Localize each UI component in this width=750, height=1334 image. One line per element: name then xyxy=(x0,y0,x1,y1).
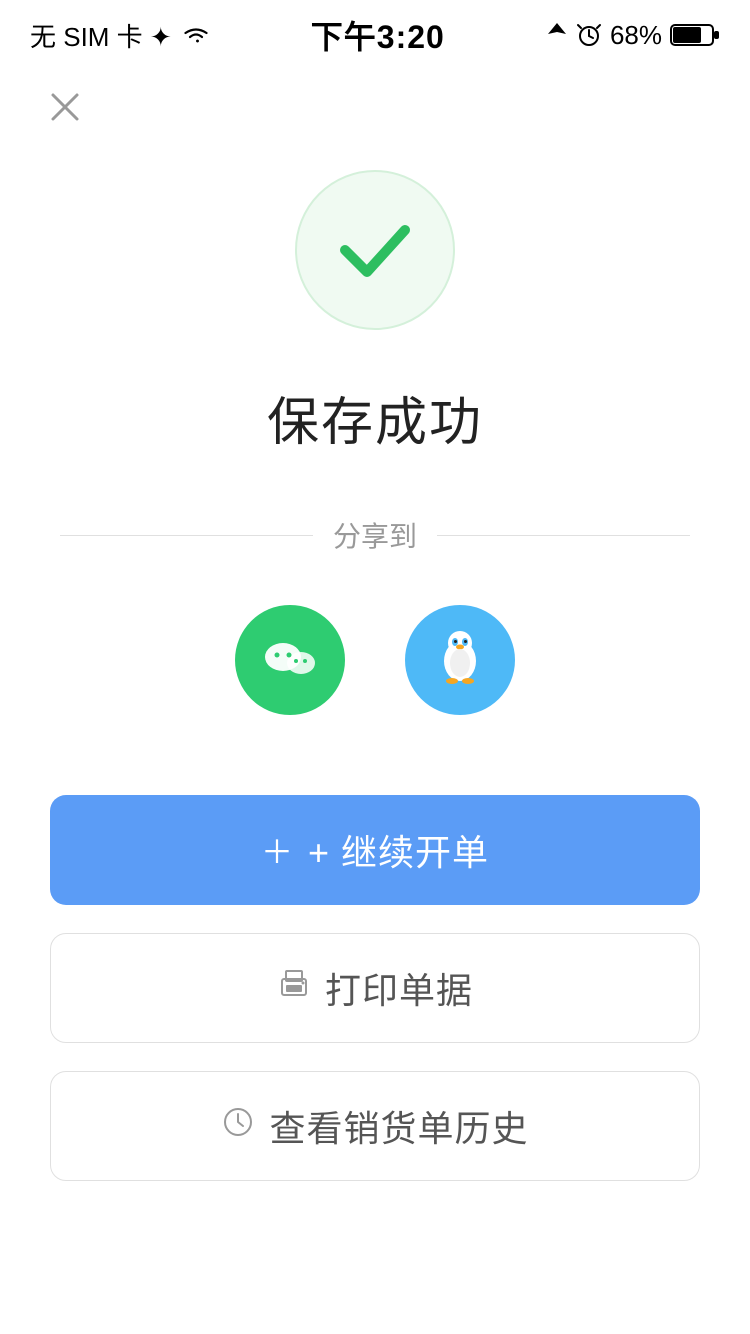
plus-icon: ＋ xyxy=(261,827,294,873)
action-buttons: ＋ + 继续开单 打印单据 查看销货单历史 xyxy=(0,795,750,1181)
print-label: 打印单据 xyxy=(325,962,473,1014)
continue-order-label: + 继续开单 xyxy=(308,824,489,876)
continue-order-button[interactable]: ＋ + 继续开单 xyxy=(50,795,700,905)
location-icon xyxy=(546,21,568,49)
battery-icon xyxy=(670,22,720,48)
wifi-icon xyxy=(182,25,210,45)
divider-right xyxy=(437,535,690,536)
success-title: 保存成功 xyxy=(267,380,483,455)
status-time: 下午3:20 xyxy=(311,12,445,58)
share-icons-row xyxy=(235,605,515,715)
no-sim-text: 无 SIM 卡 ✦ xyxy=(30,17,172,54)
wechat-logo xyxy=(255,625,325,695)
status-bar: 无 SIM 卡 ✦ 下午3:20 68% xyxy=(0,0,750,70)
qq-logo xyxy=(425,625,495,695)
share-section: 分享到 xyxy=(0,515,750,555)
divider-left xyxy=(60,535,313,536)
status-right: 68% xyxy=(546,20,720,51)
battery-percent: 68% xyxy=(610,20,662,51)
print-button[interactable]: 打印单据 xyxy=(50,933,700,1043)
main-content: 保存成功 分享到 xyxy=(0,70,750,1181)
close-button[interactable] xyxy=(40,82,90,132)
qq-share-button[interactable] xyxy=(405,605,515,715)
wechat-share-button[interactable] xyxy=(235,605,345,715)
alarm-icon xyxy=(576,21,602,49)
share-label: 分享到 xyxy=(313,515,437,555)
history-label: 查看销货单历史 xyxy=(269,1100,528,1152)
success-circle xyxy=(295,170,455,330)
history-button[interactable]: 查看销货单历史 xyxy=(50,1071,700,1181)
status-left: 无 SIM 卡 ✦ xyxy=(30,17,210,54)
print-icon xyxy=(277,967,311,1009)
checkmark-icon xyxy=(330,205,420,295)
history-icon xyxy=(221,1105,255,1147)
